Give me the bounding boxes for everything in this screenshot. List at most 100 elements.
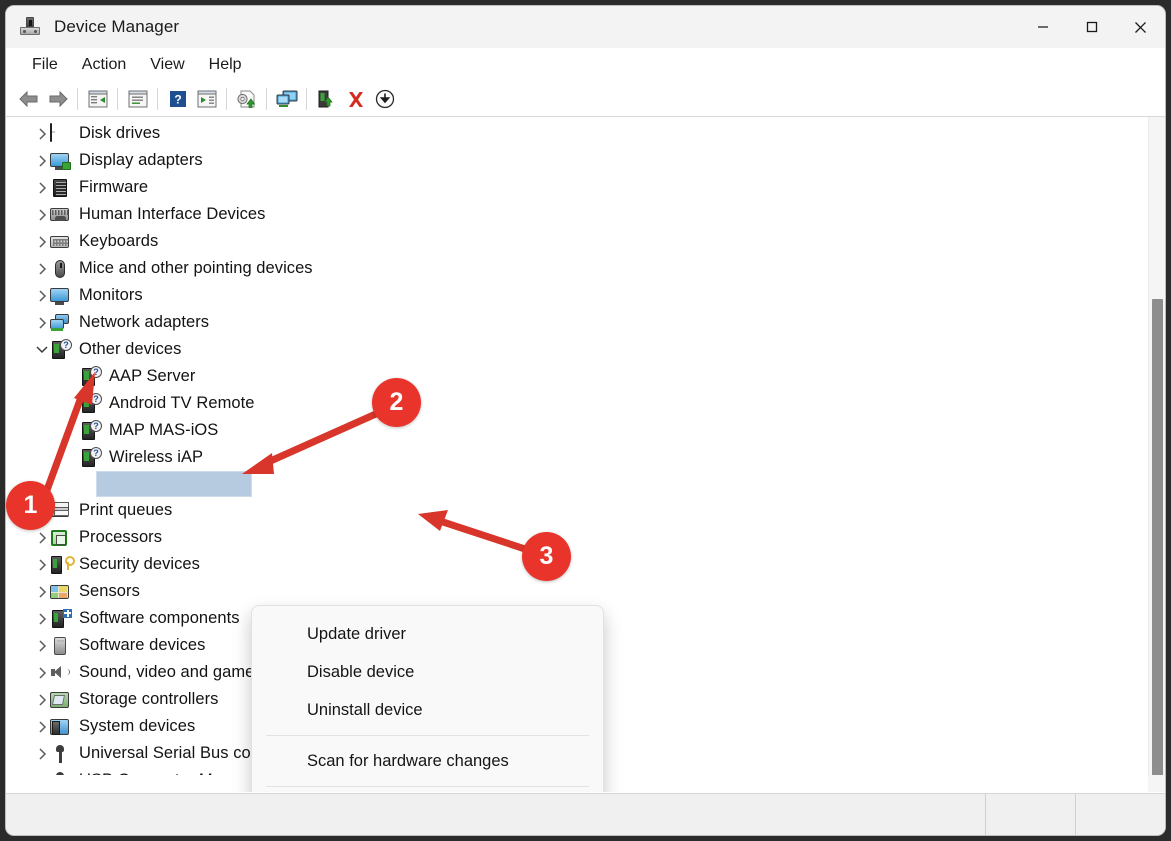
context-menu-separator xyxy=(266,735,589,736)
update-driver-icon xyxy=(236,90,255,108)
menu-file[interactable]: File xyxy=(20,52,70,78)
tree-item-label: Mice and other pointing devices xyxy=(79,259,313,277)
menu-help[interactable]: Help xyxy=(197,52,254,78)
firmware-icon xyxy=(50,178,70,198)
chevron-right-icon[interactable] xyxy=(34,659,50,686)
toolbar: ? xyxy=(6,82,1165,116)
chevron-right-icon[interactable] xyxy=(34,309,50,336)
disable-device-button[interactable] xyxy=(370,85,399,113)
device-manager-window: Device Manager File Action View Help ? D… xyxy=(6,6,1165,835)
chevron-right-icon[interactable] xyxy=(34,605,50,632)
tree-item-label: Other devices xyxy=(79,340,182,358)
tree-item-keyboards[interactable]: Keyboards xyxy=(6,228,1148,255)
network-adapter-icon xyxy=(50,313,70,333)
chevron-right-icon[interactable] xyxy=(34,524,50,551)
context-menu-separator xyxy=(266,786,589,787)
chevron-right-icon[interactable] xyxy=(34,632,50,659)
context-menu-item-scan-for-hardware-changes[interactable]: Scan for hardware changes xyxy=(252,742,603,780)
tree-item-label: AAP Server xyxy=(109,367,196,385)
tree-item-label: Software components xyxy=(79,609,240,627)
tree-item-other-devices[interactable]: ? Other devices xyxy=(6,336,1148,363)
tree-item-display-adapters[interactable]: Display adapters xyxy=(6,147,1148,174)
statusbar-pane-2 xyxy=(985,794,1075,835)
chevron-right-icon[interactable] xyxy=(34,282,50,309)
tree-item-mice-and-other-pointing-devices[interactable]: Mice and other pointing devices xyxy=(6,255,1148,282)
maximize-button[interactable] xyxy=(1067,6,1116,48)
hid-icon xyxy=(50,205,70,225)
tree-item-human-interface-devices[interactable]: Human Interface Devices xyxy=(6,201,1148,228)
unknown-device-icon: ? xyxy=(80,392,102,414)
chevron-right-icon[interactable] xyxy=(34,686,50,713)
tree-item-android-tv-remote[interactable]: ? Android TV Remote xyxy=(6,390,1148,417)
enable-device-icon xyxy=(318,90,333,107)
tree-item-map-mas-ios[interactable]: ? MAP MAS-iOS xyxy=(6,417,1148,444)
tree-item-processors[interactable]: Processors xyxy=(6,524,1148,551)
statusbar-pane-3 xyxy=(1075,794,1165,835)
minimize-button[interactable] xyxy=(1018,6,1067,48)
maximize-icon xyxy=(1086,21,1097,33)
svg-text:?: ? xyxy=(174,93,181,107)
sound-device-icon xyxy=(50,663,70,683)
tree-item-label: Security devices xyxy=(79,555,200,573)
scan-hardware-changes-button[interactable] xyxy=(272,85,301,113)
back-button[interactable] xyxy=(14,85,43,113)
tree-item-label: Storage controllers xyxy=(79,690,219,708)
window-title: Device Manager xyxy=(54,17,180,36)
system-device-icon xyxy=(50,717,70,737)
tree-item-selected-device[interactable] xyxy=(6,471,1148,497)
chevron-down-icon[interactable] xyxy=(34,336,50,363)
tree-item-security-devices[interactable]: Security devices xyxy=(6,551,1148,578)
help-button[interactable]: ? xyxy=(163,85,192,113)
vertical-scrollbar[interactable] xyxy=(1148,117,1165,792)
enable-device-button[interactable] xyxy=(312,85,341,113)
context-menu-item-disable-device[interactable]: Disable device xyxy=(252,653,603,691)
tree-item-firmware[interactable]: Firmware xyxy=(6,174,1148,201)
tree-item-label: Keyboards xyxy=(79,232,159,250)
tree-item-label: Human Interface Devices xyxy=(79,205,266,223)
unknown-device-icon: ? xyxy=(80,419,102,441)
uninstall-device-button[interactable] xyxy=(341,85,370,113)
chevron-right-icon[interactable] xyxy=(34,228,50,255)
forward-button[interactable] xyxy=(43,85,72,113)
chevron-right-icon[interactable] xyxy=(34,551,50,578)
window-controls xyxy=(1018,6,1165,48)
chevron-right-icon[interactable] xyxy=(34,740,50,767)
tree-item-aap-server[interactable]: ? AAP Server xyxy=(6,363,1148,390)
menu-view[interactable]: View xyxy=(138,52,196,78)
chevron-right-icon[interactable] xyxy=(34,713,50,740)
context-menu-item-update-driver[interactable]: Update driver xyxy=(252,615,603,653)
chevron-right-icon[interactable] xyxy=(34,120,50,147)
chevron-right-icon[interactable] xyxy=(34,578,50,605)
tree-item-disk-drives[interactable]: Disk drives xyxy=(6,120,1148,147)
tree-item-sensors[interactable]: Sensors xyxy=(6,578,1148,605)
selection-highlight xyxy=(96,471,252,497)
menu-action[interactable]: Action xyxy=(70,52,138,78)
tree-item-print-queues[interactable]: Print queues xyxy=(6,497,1148,524)
close-button[interactable] xyxy=(1116,6,1165,48)
printer-icon xyxy=(50,501,70,521)
minimize-icon xyxy=(1037,26,1048,28)
storage-controller-icon xyxy=(50,690,70,710)
chevron-right-icon[interactable] xyxy=(34,174,50,201)
tree-item-wireless-iap[interactable]: ? Wireless iAP xyxy=(6,444,1148,471)
action-menu-button[interactable] xyxy=(192,85,221,113)
tree-item-network-adapters[interactable]: Network adapters xyxy=(6,309,1148,336)
tree-item-label: System devices xyxy=(79,717,196,735)
keyboard-icon xyxy=(50,232,70,252)
chevron-right-icon[interactable] xyxy=(34,497,50,524)
update-driver-button[interactable] xyxy=(232,85,261,113)
show-hide-console-tree-button[interactable] xyxy=(83,85,112,113)
device-tree-pane: Disk drives Display adapters Firmware Hu… xyxy=(6,116,1165,792)
vertical-scrollbar-thumb[interactable] xyxy=(1152,299,1163,792)
display-adapter-icon xyxy=(50,151,71,171)
chevron-right-icon[interactable] xyxy=(34,201,50,228)
chevron-right-icon[interactable] xyxy=(34,255,50,282)
tree-item-label: Monitors xyxy=(79,286,143,304)
properties-button[interactable] xyxy=(123,85,152,113)
close-icon xyxy=(1135,21,1146,33)
tree-item-monitors[interactable]: Monitors xyxy=(6,282,1148,309)
menubar: File Action View Help xyxy=(6,48,1165,82)
context-menu-item-uninstall-device[interactable]: Uninstall device xyxy=(252,691,603,729)
chevron-right-icon[interactable] xyxy=(34,147,50,174)
device-context-menu: Update driver Disable device Uninstall d… xyxy=(251,605,604,792)
